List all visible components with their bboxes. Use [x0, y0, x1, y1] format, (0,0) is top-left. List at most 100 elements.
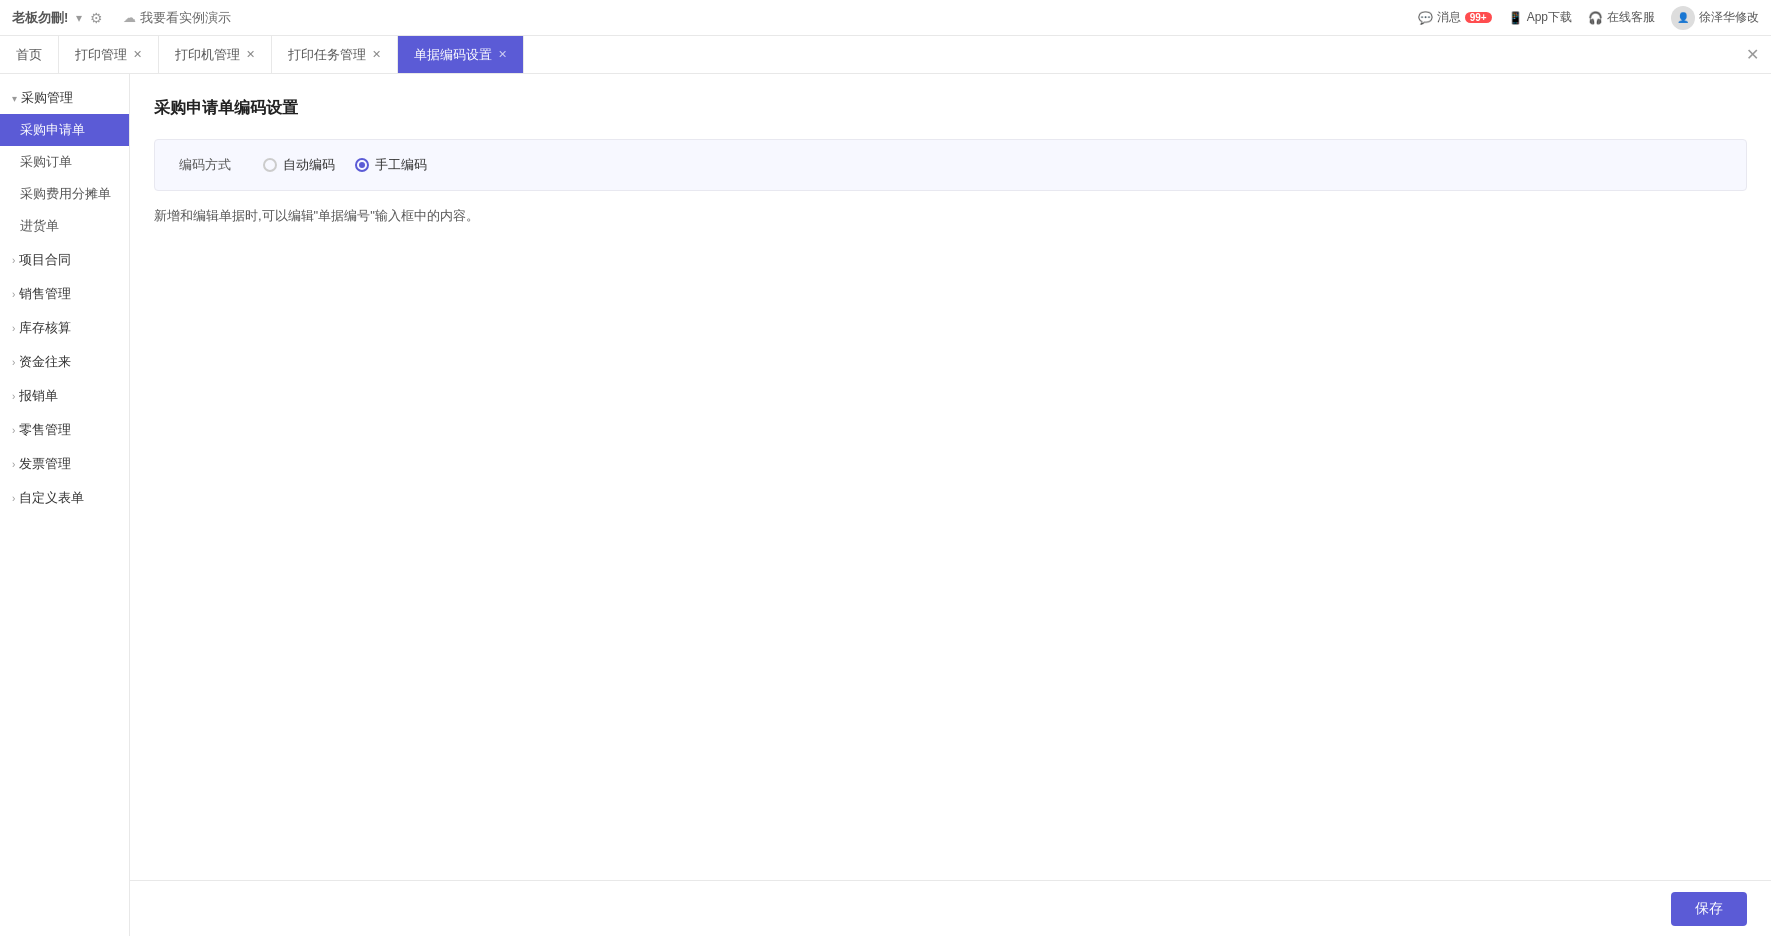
top-bar: 老板勿刪! ▾ ⚙ ☁ 我要看实例演示 💬 消息 99+ 📱 App下载 🎧 在…	[0, 0, 1771, 36]
encoding-form-section: 编码方式 自动编码 手工编码	[154, 139, 1747, 191]
online-service-item[interactable]: 🎧 在线客服	[1588, 9, 1655, 26]
chevron-right-icon: ›	[12, 255, 15, 266]
sidebar-group-inventory: › 库存核算	[0, 312, 129, 344]
brand-text: 老板勿刪!	[12, 9, 68, 27]
search-bar[interactable]: ☁ 我要看实例演示	[123, 9, 231, 27]
manual-code-radio-item[interactable]: 手工编码	[355, 156, 427, 174]
sidebar-item-purchase-apply-label: 采购申请单	[20, 122, 85, 137]
sidebar-item-purchase-order-label: 采购订单	[20, 154, 72, 169]
message-item[interactable]: 💬 消息 99+	[1418, 9, 1492, 26]
tab-single-code[interactable]: 单据编码设置 ✕	[398, 36, 524, 73]
sidebar-item-purchase-apply[interactable]: 采购申请单	[0, 114, 129, 146]
auto-code-radio-item[interactable]: 自动编码	[263, 156, 335, 174]
sidebar-group-purchase: ▾ 采购管理 采购申请单 采购订单 采购费用分摊单 进货单	[0, 82, 129, 242]
search-text: 我要看实例演示	[140, 9, 231, 27]
sidebar-group-custom-form-title[interactable]: › 自定义表单	[0, 482, 129, 514]
sidebar-group-sales-label: 销售管理	[19, 285, 71, 303]
tab-home-label: 首页	[16, 46, 42, 64]
sidebar-group-retail-title[interactable]: › 零售管理	[0, 414, 129, 446]
encoding-method-label: 编码方式	[179, 156, 239, 174]
app-download-item[interactable]: 📱 App下载	[1508, 9, 1572, 26]
chevron-right-icon-8: ›	[12, 493, 15, 504]
user-name: 徐泽华修改	[1699, 9, 1759, 26]
chevron-down-icon: ▾	[12, 93, 17, 104]
top-bar-right: 💬 消息 99+ 📱 App下载 🎧 在线客服 👤 徐泽华修改	[1418, 6, 1759, 30]
tab-home[interactable]: 首页	[0, 36, 59, 73]
tab-printer-manage-label: 打印机管理	[175, 46, 240, 64]
tab-print-manage-close[interactable]: ✕	[133, 48, 142, 61]
sidebar-item-purchase-instock-label: 进货单	[20, 218, 59, 233]
chevron-right-icon-6: ›	[12, 425, 15, 436]
app-download-label: App下载	[1527, 9, 1572, 26]
page-title: 采购申请单编码设置	[154, 98, 1747, 119]
tab-single-code-label: 单据编码设置	[414, 46, 492, 64]
tab-print-task[interactable]: 打印任务管理 ✕	[272, 36, 398, 73]
sidebar-group-invoice-label: 发票管理	[19, 455, 71, 473]
avatar: 👤	[1671, 6, 1695, 30]
sidebar-group-return-label: 报销单	[19, 387, 58, 405]
main-layout: ▾ 采购管理 采购申请单 采购订单 采购费用分摊单 进货单 › 项目合同	[0, 74, 1771, 936]
tab-printer-manage-close[interactable]: ✕	[246, 48, 255, 61]
tab-single-code-close[interactable]: ✕	[498, 48, 507, 61]
tab-print-manage[interactable]: 打印管理 ✕	[59, 36, 159, 73]
chevron-right-icon-2: ›	[12, 289, 15, 300]
sidebar-group-purchase-title[interactable]: ▾ 采购管理	[0, 82, 129, 114]
tab-bar-close[interactable]: ✕	[1734, 36, 1771, 73]
sidebar: ▾ 采购管理 采购申请单 采购订单 采购费用分摊单 进货单 › 项目合同	[0, 74, 130, 936]
settings-icon[interactable]: ⚙	[90, 10, 103, 26]
sidebar-group-retail: › 零售管理	[0, 414, 129, 446]
sidebar-group-return-title[interactable]: › 报销单	[0, 380, 129, 412]
sidebar-group-funds: › 资金往来	[0, 346, 129, 378]
sidebar-group-invoice: › 发票管理	[0, 448, 129, 480]
sidebar-group-purchase-label: 采购管理	[21, 89, 73, 107]
sidebar-group-sales: › 销售管理	[0, 278, 129, 310]
headset-icon: 🎧	[1588, 11, 1603, 25]
chevron-right-icon-5: ›	[12, 391, 15, 402]
sidebar-item-purchase-expense-label: 采购费用分摊单	[20, 186, 111, 201]
sidebar-item-purchase-order[interactable]: 采购订单	[0, 146, 129, 178]
sidebar-group-retail-label: 零售管理	[19, 421, 71, 439]
sidebar-group-project-contract-title[interactable]: › 项目合同	[0, 244, 129, 276]
tab-bar: 首页 打印管理 ✕ 打印机管理 ✕ 打印任务管理 ✕ 单据编码设置 ✕ ✕	[0, 36, 1771, 74]
tab-print-task-close[interactable]: ✕	[372, 48, 381, 61]
sidebar-item-purchase-instock[interactable]: 进货单	[0, 210, 129, 242]
auto-code-radio-circle[interactable]	[263, 158, 277, 172]
chevron-right-icon-4: ›	[12, 357, 15, 368]
tab-printer-manage[interactable]: 打印机管理 ✕	[159, 36, 272, 73]
sidebar-group-project-label: 项目合同	[19, 251, 71, 269]
user-item[interactable]: 👤 徐泽华修改	[1671, 6, 1759, 30]
top-bar-left: 老板勿刪! ▾ ⚙ ☁ 我要看实例演示	[12, 9, 231, 27]
cloud-icon: ☁	[123, 10, 136, 25]
encoding-method-row: 编码方式 自动编码 手工编码	[179, 156, 1722, 174]
message-label: 消息	[1437, 9, 1461, 26]
app-icon: 📱	[1508, 11, 1523, 25]
sidebar-group-inventory-title[interactable]: › 库存核算	[0, 312, 129, 344]
sidebar-group-funds-title[interactable]: › 资金往来	[0, 346, 129, 378]
info-text: 新增和编辑单据时,可以编辑"单据编号"输入框中的内容。	[154, 207, 1747, 225]
auto-code-label: 自动编码	[283, 156, 335, 174]
content-body: 采购申请单编码设置 编码方式 自动编码 手工编码	[130, 74, 1771, 880]
sidebar-group-invoice-title[interactable]: › 发票管理	[0, 448, 129, 480]
sidebar-group-funds-label: 资金往来	[19, 353, 71, 371]
manual-code-radio-circle[interactable]	[355, 158, 369, 172]
sidebar-group-custom-form: › 自定义表单	[0, 482, 129, 514]
sidebar-group-inventory-label: 库存核算	[19, 319, 71, 337]
chevron-right-icon-3: ›	[12, 323, 15, 334]
radio-group: 自动编码 手工编码	[263, 156, 427, 174]
chevron-right-icon-7: ›	[12, 459, 15, 470]
sidebar-item-purchase-expense[interactable]: 采购费用分摊单	[0, 178, 129, 210]
tab-print-manage-label: 打印管理	[75, 46, 127, 64]
message-badge: 99+	[1465, 12, 1492, 23]
tab-print-task-label: 打印任务管理	[288, 46, 366, 64]
online-service-label: 在线客服	[1607, 9, 1655, 26]
save-button[interactable]: 保存	[1671, 892, 1747, 926]
content-area: 采购申请单编码设置 编码方式 自动编码 手工编码	[130, 74, 1771, 936]
dropdown-icon[interactable]: ▾	[76, 11, 82, 25]
sidebar-group-custom-form-label: 自定义表单	[19, 489, 84, 507]
sidebar-group-sales-title[interactable]: › 销售管理	[0, 278, 129, 310]
content-footer: 保存	[130, 880, 1771, 936]
manual-code-label: 手工编码	[375, 156, 427, 174]
message-icon: 💬	[1418, 11, 1433, 25]
sidebar-group-project-contract: › 项目合同	[0, 244, 129, 276]
sidebar-group-return: › 报销单	[0, 380, 129, 412]
